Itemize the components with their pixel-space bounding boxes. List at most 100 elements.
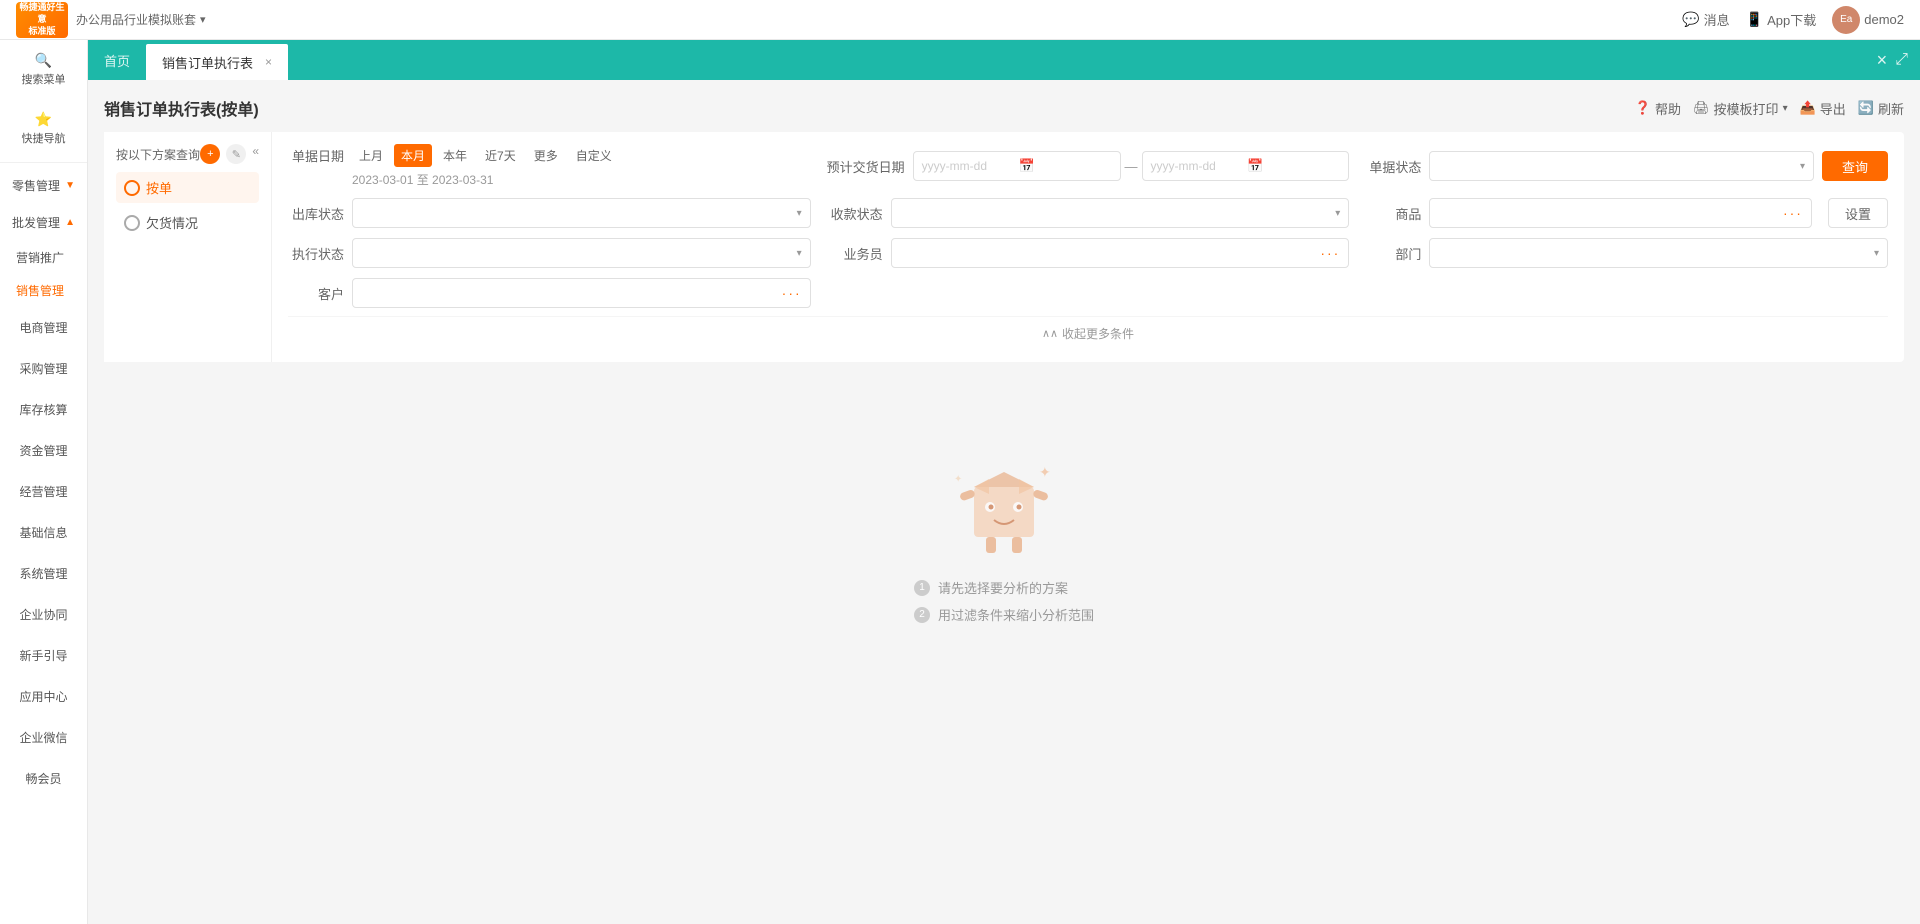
sidebar-item-sales[interactable]: 销售管理 bbox=[0, 274, 87, 307]
scheme-panel: 按以下方案查询 + ✎ « 按单 bbox=[104, 132, 272, 362]
edit-scheme-button[interactable]: ✎ bbox=[226, 144, 246, 164]
customer-label: 客户 bbox=[288, 284, 344, 303]
date-range-text: 2023-03-01 至 2023-03-31 bbox=[352, 171, 493, 188]
empty-step-1: 1 请先选择要分析的方案 bbox=[914, 578, 1094, 597]
star-icon: ⭐ bbox=[35, 111, 52, 127]
page-content: 销售订单执行表(按单) ❓ 帮助 🖨 按模板打印 ▾ 📤 导出 bbox=[88, 80, 1920, 924]
add-scheme-button[interactable]: + bbox=[200, 144, 220, 164]
logo-text: 畅捷通好生意 标准版 bbox=[16, 2, 68, 36]
tab-maximize-icon[interactable]: ⤢ bbox=[1895, 51, 1908, 69]
tabbar-actions: × ⤢ bbox=[1877, 50, 1920, 71]
main-layout: 🔍 搜索菜单 ⭐ 快捷导航 零售管理 ▼ 批发管理 ▲ 营销推广 销售管理 电商… bbox=[0, 40, 1920, 924]
date-btn-this-year[interactable]: 本年 bbox=[436, 144, 474, 167]
breadcrumb[interactable]: 办公用品行业模拟账套 ▾ bbox=[76, 11, 206, 28]
avatar: Ea bbox=[1832, 6, 1860, 34]
calendar-icon: 📅 bbox=[1019, 158, 1112, 174]
help-icon: ❓ bbox=[1635, 100, 1651, 116]
scheme-item-debt[interactable]: 欠货情况 bbox=[116, 207, 259, 238]
sidebar-item-inventory[interactable]: 库存核算 bbox=[0, 389, 87, 430]
empty-state: ✦ ✦ 1 请先选择要分析的方案 2 用过滤条件来缩小分析范围 bbox=[104, 362, 1904, 712]
calendar-end-icon: 📅 bbox=[1247, 158, 1340, 174]
filter-date-field: 单据日期 上月 本月 本年 近7天 更多 自定义 bbox=[288, 144, 811, 188]
tab-sales-order[interactable]: 销售订单执行表 × bbox=[146, 44, 288, 80]
sidebar-item-business[interactable]: 经营管理 bbox=[0, 471, 87, 512]
filter-split-layout: 按以下方案查询 + ✎ « 按单 bbox=[104, 132, 1904, 362]
message-button[interactable]: 💬 消息 bbox=[1682, 10, 1729, 29]
collapse-scheme-button[interactable]: « bbox=[252, 144, 259, 164]
refresh-button[interactable]: 🔄 刷新 bbox=[1858, 99, 1904, 118]
tab-home[interactable]: 首页 bbox=[88, 40, 146, 80]
sidebar-item-basic-info[interactable]: 基础信息 bbox=[0, 512, 87, 553]
expected-date-end-input[interactable]: yyyy-mm-dd 📅 bbox=[1142, 151, 1350, 181]
logo: 畅捷通好生意 标准版 bbox=[16, 2, 68, 38]
export-button[interactable]: 📤 导出 bbox=[1800, 99, 1846, 118]
print-icon: 🖨 bbox=[1693, 100, 1710, 116]
date-btn-7days[interactable]: 近7天 bbox=[478, 144, 523, 167]
sidebar-item-wholesale[interactable]: 批发管理 ▲ bbox=[0, 204, 87, 241]
print-arrow-icon: ▾ bbox=[1783, 103, 1788, 114]
content-area: 首页 销售订单执行表 × × ⤢ 销售订单执行表(按单) ❓ 帮助 bbox=[88, 40, 1920, 924]
order-status-select[interactable]: ▾ bbox=[1429, 151, 1814, 181]
sidebar-item-newbie[interactable]: 新手引导 bbox=[0, 635, 87, 676]
collapse-up-icon: ∧∧ bbox=[1042, 327, 1058, 340]
sidebar-item-enterprise[interactable]: 企业协同 bbox=[0, 594, 87, 635]
scheme-item-icon-debt bbox=[124, 215, 140, 231]
step-2-num: 2 bbox=[914, 607, 930, 623]
salesperson-input[interactable]: ··· bbox=[891, 238, 1350, 268]
sidebar-item-ecommerce[interactable]: 电商管理 bbox=[0, 307, 87, 348]
tab-close-icon[interactable]: × bbox=[265, 55, 272, 69]
chevron-up-icon: ▲ bbox=[65, 217, 75, 228]
filter-receipt-field: 收款状态 ▾ bbox=[827, 198, 1350, 228]
chevron-down-icon: ▾ bbox=[797, 248, 802, 259]
user-menu[interactable]: Ea demo2 bbox=[1832, 6, 1904, 34]
query-button[interactable]: 查询 bbox=[1822, 151, 1888, 181]
date-btn-custom[interactable]: 自定义 bbox=[569, 144, 619, 167]
page-actions: ❓ 帮助 🖨 按模板打印 ▾ 📤 导出 🔄 刷新 bbox=[1635, 99, 1904, 118]
sidebar-item-retail[interactable]: 零售管理 ▼ bbox=[0, 167, 87, 204]
dots-icon: ··· bbox=[1783, 205, 1803, 221]
scheme-item-by-order[interactable]: 按单 bbox=[116, 172, 259, 203]
filter-shipment-field: 出库状态 ▾ bbox=[288, 198, 811, 228]
print-button[interactable]: 🖨 按模板打印 ▾ bbox=[1693, 99, 1788, 118]
sidebar: 🔍 搜索菜单 ⭐ 快捷导航 零售管理 ▼ 批发管理 ▲ 营销推广 销售管理 电商… bbox=[0, 40, 88, 924]
date-btn-more[interactable]: 更多 bbox=[527, 144, 565, 167]
sidebar-item-system[interactable]: 系统管理 bbox=[0, 553, 87, 594]
settings-button[interactable]: 设置 bbox=[1828, 198, 1888, 228]
app-download-button[interactable]: 📱 App下载 bbox=[1746, 10, 1817, 29]
chevron-down-icon: ▾ bbox=[797, 208, 802, 219]
sidebar-item-search[interactable]: 🔍 搜索菜单 bbox=[0, 40, 87, 99]
date-btn-last-month[interactable]: 上月 bbox=[352, 144, 390, 167]
shipment-status-select[interactable]: ▾ bbox=[352, 198, 811, 228]
collapse-bar[interactable]: ∧∧ 收起更多条件 bbox=[288, 316, 1888, 350]
tab-minimize-icon[interactable]: × bbox=[1877, 50, 1888, 71]
message-icon: 💬 bbox=[1682, 11, 1699, 28]
tabbar: 首页 销售订单执行表 × × ⤢ bbox=[88, 40, 1920, 80]
receipt-label: 收款状态 bbox=[827, 204, 883, 223]
date-btn-this-month[interactable]: 本月 bbox=[394, 144, 432, 167]
chevron-down-icon: ▼ bbox=[65, 180, 75, 191]
sidebar-item-purchase[interactable]: 采购管理 bbox=[0, 348, 87, 389]
department-select[interactable]: ▾ bbox=[1429, 238, 1888, 268]
empty-illustration: ✦ ✦ bbox=[944, 442, 1064, 562]
product-input[interactable]: ··· bbox=[1429, 198, 1812, 228]
expected-date-start-input[interactable]: yyyy-mm-dd 📅 bbox=[913, 151, 1121, 181]
filter-row-2: 出库状态 ▾ 收款状态 ▾ bbox=[288, 198, 1888, 228]
topbar-right: 💬 消息 📱 App下载 Ea demo2 bbox=[1682, 6, 1904, 34]
sidebar-item-app-center[interactable]: 应用中心 bbox=[0, 676, 87, 717]
execution-status-select[interactable]: ▾ bbox=[352, 238, 811, 268]
chevron-down-icon: ▾ bbox=[1800, 161, 1805, 172]
phone-icon: 📱 bbox=[1746, 11, 1763, 28]
receipt-status-select[interactable]: ▾ bbox=[891, 198, 1350, 228]
customer-input[interactable]: ··· bbox=[352, 278, 811, 308]
chevron-down-icon: ▾ bbox=[1874, 248, 1879, 259]
sidebar-item-quicknav[interactable]: ⭐ 快捷导航 bbox=[0, 99, 87, 158]
sidebar-item-finance[interactable]: 资金管理 bbox=[0, 430, 87, 471]
filter-order-status-field: 单据状态 ▾ 查询 bbox=[1365, 151, 1888, 181]
svg-text:✦: ✦ bbox=[1039, 464, 1051, 480]
sidebar-item-wechat[interactable]: 企业微信 bbox=[0, 717, 87, 758]
page-title: 销售订单执行表(按单) bbox=[104, 96, 259, 120]
help-button[interactable]: ❓ 帮助 bbox=[1635, 99, 1681, 118]
sidebar-item-member[interactable]: 畅会员 bbox=[0, 758, 87, 799]
execution-label: 执行状态 bbox=[288, 244, 344, 263]
sidebar-item-marketing[interactable]: 营销推广 bbox=[0, 241, 87, 274]
